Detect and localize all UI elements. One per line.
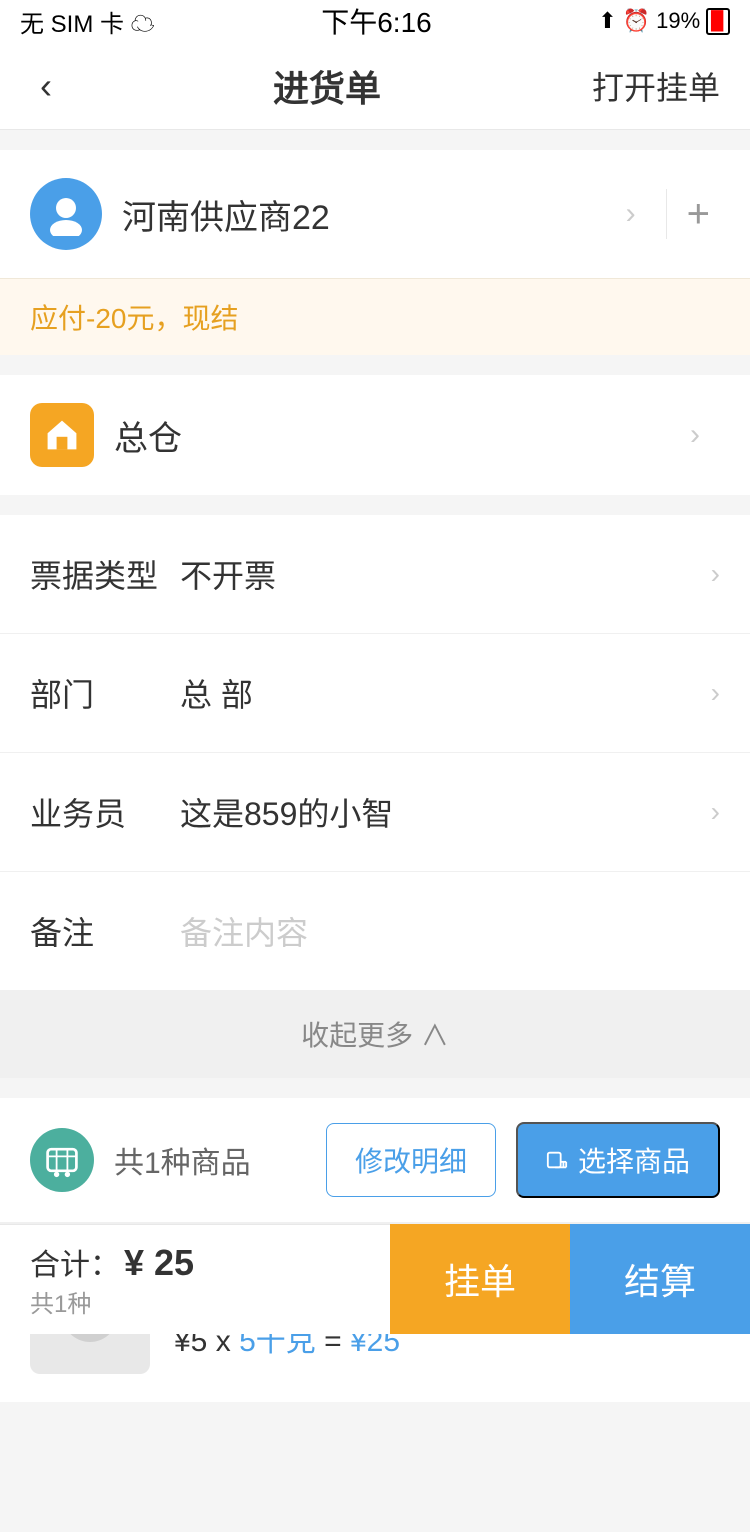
alarm-icon: ⏰ xyxy=(623,8,650,34)
section-gap-1 xyxy=(0,130,750,150)
salesperson-value: 这是859的小智 xyxy=(160,789,711,835)
select-product-label: 选择商品 xyxy=(578,1140,690,1180)
salesperson-label: 业务员 xyxy=(30,789,160,835)
add-supplier-button[interactable]: + xyxy=(677,192,720,237)
total-label: 合计： xyxy=(30,1240,120,1284)
department-label: 部门 xyxy=(30,670,160,716)
supplier-chevron-icon: › xyxy=(626,197,636,231)
battery-text: 19% xyxy=(656,8,700,34)
page-title: 进货单 xyxy=(273,60,381,112)
department-row[interactable]: 部门 总 部 › xyxy=(0,634,750,753)
warehouse-name: 总仓 xyxy=(114,411,690,460)
location-icon: ⬆ xyxy=(598,8,616,34)
supplier-section: 河南供应商22 › + 应付-20元，现结 xyxy=(0,150,750,355)
user-icon xyxy=(44,192,88,236)
products-section: 共1种商品 修改明细 选择商品 xyxy=(0,1098,750,1222)
divider xyxy=(666,189,667,239)
remarks-input[interactable]: 备注内容 xyxy=(160,908,720,954)
salesperson-chevron: › xyxy=(711,796,720,828)
status-left: 无 SIM 卡 ☁ xyxy=(20,4,155,39)
open-hang-button[interactable]: 打开挂单 xyxy=(592,63,720,109)
warehouse-chevron-icon: › xyxy=(690,418,700,452)
collapse-button[interactable]: 收起更多 ∧ xyxy=(0,990,750,1078)
status-right: ⬆ ⏰ 19% ▉ xyxy=(598,8,730,35)
status-bar: 无 SIM 卡 ☁ 下午6:16 ⬆ ⏰ 19% ▉ xyxy=(0,0,750,42)
supplier-avatar xyxy=(30,178,102,250)
section-gap-3 xyxy=(0,495,750,515)
section-gap-4 xyxy=(0,1078,750,1098)
total-section: 合计： ¥ 25 共1种 xyxy=(0,1224,390,1334)
total-count: 共1种 xyxy=(30,1284,360,1319)
invoice-type-chevron: › xyxy=(711,558,720,590)
invoice-type-value: 不开票 xyxy=(160,551,711,597)
total-amount: ¥ 25 xyxy=(124,1242,194,1284)
section-gap-2 xyxy=(0,355,750,375)
warehouse-row[interactable]: 总仓 › xyxy=(0,375,750,495)
products-icon xyxy=(30,1128,94,1192)
supplier-row[interactable]: 河南供应商22 › + xyxy=(0,150,750,278)
select-product-icon xyxy=(546,1149,568,1171)
supplier-name: 河南供应商22 xyxy=(122,190,626,239)
remarks-label: 备注 xyxy=(30,908,160,954)
status-time: 下午6:16 xyxy=(321,1,432,41)
back-button[interactable]: ‹ xyxy=(30,55,62,117)
warehouse-icon xyxy=(30,403,94,467)
salesperson-row[interactable]: 业务员 这是859的小智 › xyxy=(0,753,750,872)
checkout-button[interactable]: 结算 xyxy=(570,1224,750,1334)
bottom-spacer xyxy=(0,1402,750,1532)
remarks-row[interactable]: 备注 备注内容 xyxy=(0,872,750,990)
products-header: 共1种商品 修改明细 选择商品 xyxy=(0,1098,750,1222)
bottom-bar: 合计： ¥ 25 共1种 挂单 结算 xyxy=(0,1224,750,1334)
department-chevron: › xyxy=(711,677,720,709)
battery-icon: ▉ xyxy=(706,8,730,35)
warehouse-section[interactable]: 总仓 › xyxy=(0,375,750,495)
select-product-button[interactable]: 选择商品 xyxy=(516,1122,720,1198)
hang-button[interactable]: 挂单 xyxy=(390,1224,570,1334)
products-count: 共1种商品 xyxy=(114,1138,306,1182)
department-value: 总 部 xyxy=(160,670,711,716)
edit-detail-button[interactable]: 修改明细 xyxy=(326,1123,496,1197)
form-section: 票据类型 不开票 › 部门 总 部 › 业务员 这是859的小智 › 备注 备注… xyxy=(0,515,750,990)
home-icon xyxy=(44,417,80,453)
invoice-type-row[interactable]: 票据类型 不开票 › xyxy=(0,515,750,634)
nav-bar: ‹ 进货单 打开挂单 xyxy=(0,42,750,130)
payment-notice: 应付-20元，现结 xyxy=(0,278,750,355)
signal-text: 无 SIM 卡 ☁ xyxy=(20,4,155,39)
cart-icon xyxy=(44,1142,80,1178)
invoice-type-label: 票据类型 xyxy=(30,551,160,597)
